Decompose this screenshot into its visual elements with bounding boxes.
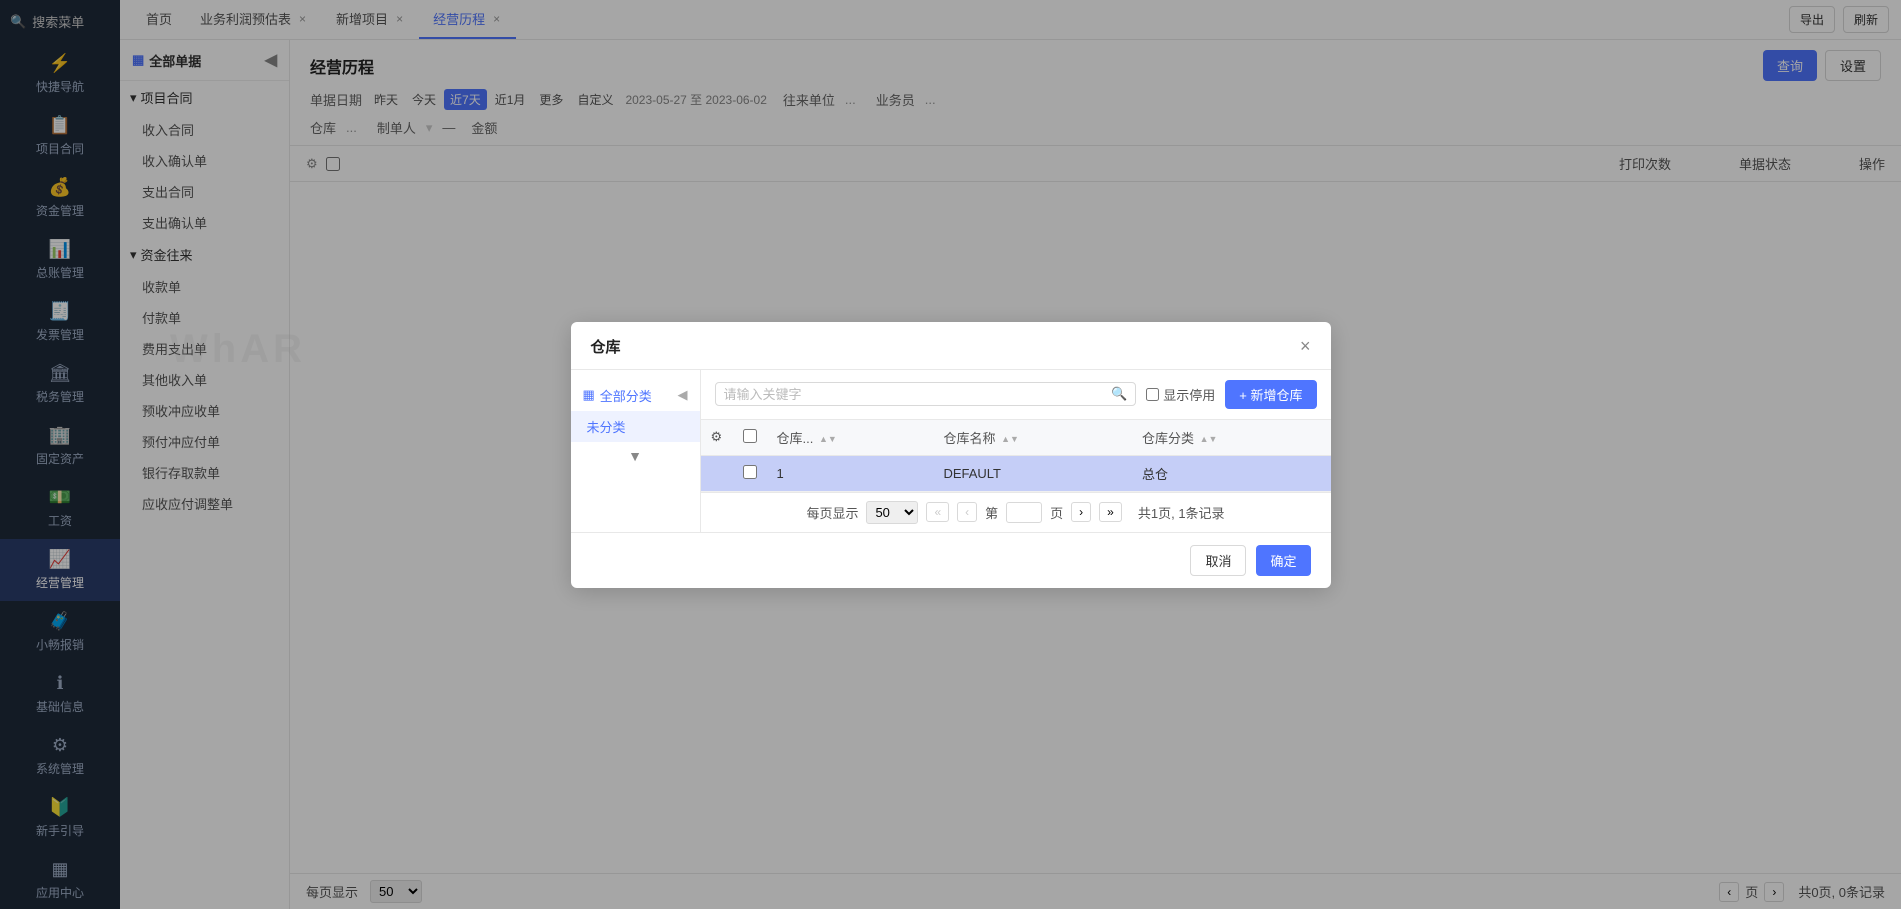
- th-id[interactable]: 仓库... ▲▼: [767, 420, 934, 456]
- td-id: 1: [767, 455, 934, 491]
- td-checkbox: [733, 455, 767, 491]
- th-checkbox: [733, 420, 767, 456]
- dialog-overlay: 仓库 × ▦ 全部分类 ◀ 未分类 ▼: [0, 0, 1901, 909]
- dialog-footer: 取消 确定: [571, 532, 1331, 588]
- dialog-table-head-row: ⚙ 仓库... ▲▼: [701, 420, 1331, 456]
- dialog-page-input[interactable]: 1: [1006, 502, 1042, 523]
- dialog-title: 仓库: [591, 336, 621, 357]
- sort-arrows-name: ▲▼: [1001, 435, 1019, 444]
- dialog-per-page-select[interactable]: 50 100: [866, 501, 918, 524]
- dialog-last-page-btn[interactable]: »: [1099, 502, 1122, 522]
- td-code: DEFAULT: [933, 455, 1132, 491]
- th-category-label: 仓库分类: [1142, 431, 1194, 446]
- dialog-table: ⚙ 仓库... ▲▼: [701, 420, 1331, 492]
- dialog-cancel-button[interactable]: 取消: [1190, 545, 1246, 576]
- dialog-first-page-btn[interactable]: «: [926, 502, 949, 522]
- dialog-right-panel: 🔍 显示停用 + 新增仓库: [701, 370, 1331, 532]
- row-name: 总仓: [1142, 467, 1168, 482]
- dialog-pagination: 每页显示 50 100 « ‹ 第 1 页 › » 共1页, 1条记录: [701, 492, 1331, 532]
- dialog-left-all[interactable]: ▦ 全部分类 ◀: [571, 380, 700, 411]
- dialog-per-page-label: 每页显示: [806, 503, 858, 522]
- dialog-table-area: ⚙ 仓库... ▲▼: [701, 420, 1331, 492]
- th-name-label: 仓库名称: [943, 431, 995, 446]
- table-row[interactable]: 1 DEFAULT 总仓: [701, 455, 1331, 491]
- collapse-icon[interactable]: ◀: [678, 387, 688, 403]
- row-code: DEFAULT: [943, 466, 1001, 481]
- dialog-prev-page-btn[interactable]: ‹: [957, 502, 977, 522]
- dialog-page-word: 第: [985, 503, 998, 522]
- th-settings: ⚙: [701, 420, 733, 456]
- sort-arrows-category: ▲▼: [1200, 435, 1218, 444]
- th-gear-icon[interactable]: ⚙: [711, 429, 723, 444]
- dialog-pagination-total: 共1页, 1条记录: [1138, 503, 1225, 522]
- table-select-all-checkbox[interactable]: [743, 429, 757, 443]
- warehouse-dialog: 仓库 × ▦ 全部分类 ◀ 未分类 ▼: [571, 322, 1331, 588]
- show-disabled-checkbox[interactable]: [1146, 388, 1159, 401]
- dialog-left-scroll: ▼: [571, 442, 700, 470]
- scroll-down-icon[interactable]: ▼: [628, 448, 642, 464]
- dialog-left-panel: ▦ 全部分类 ◀ 未分类 ▼: [571, 370, 701, 532]
- dialog-next-page-btn[interactable]: ›: [1071, 502, 1091, 522]
- td-name: 总仓: [1132, 455, 1331, 491]
- dialog-header: 仓库 ×: [571, 322, 1331, 370]
- dialog-close-button[interactable]: ×: [1300, 336, 1311, 357]
- dialog-confirm-button[interactable]: 确定: [1256, 545, 1310, 576]
- dialog-toolbar: 🔍 显示停用 + 新增仓库: [701, 370, 1331, 420]
- grid-icon2: ▦: [583, 387, 595, 403]
- sort-arrows-id: ▲▼: [819, 435, 837, 444]
- row-id: 1: [777, 466, 784, 481]
- row-checkbox[interactable]: [743, 465, 757, 479]
- dialog-search-input[interactable]: [724, 387, 1107, 402]
- dialog-search-wrapper: 🔍: [715, 382, 1137, 406]
- th-name[interactable]: 仓库名称 ▲▼: [933, 420, 1132, 456]
- show-disabled-label[interactable]: 显示停用: [1146, 385, 1215, 404]
- dialog-page-label: 页: [1050, 503, 1063, 522]
- search-icon2: 🔍: [1111, 386, 1127, 402]
- th-category[interactable]: 仓库分类 ▲▼: [1132, 420, 1331, 456]
- add-warehouse-button[interactable]: + 新增仓库: [1225, 380, 1316, 409]
- td-settings: [701, 455, 733, 491]
- th-id-label: 仓库...: [777, 431, 814, 446]
- dialog-body: ▦ 全部分类 ◀ 未分类 ▼: [571, 370, 1331, 532]
- dialog-left-all-label: 全部分类: [600, 386, 652, 405]
- dialog-left-uncategorized[interactable]: 未分类: [571, 411, 700, 442]
- dialog-left-item-label: 未分类: [587, 420, 626, 435]
